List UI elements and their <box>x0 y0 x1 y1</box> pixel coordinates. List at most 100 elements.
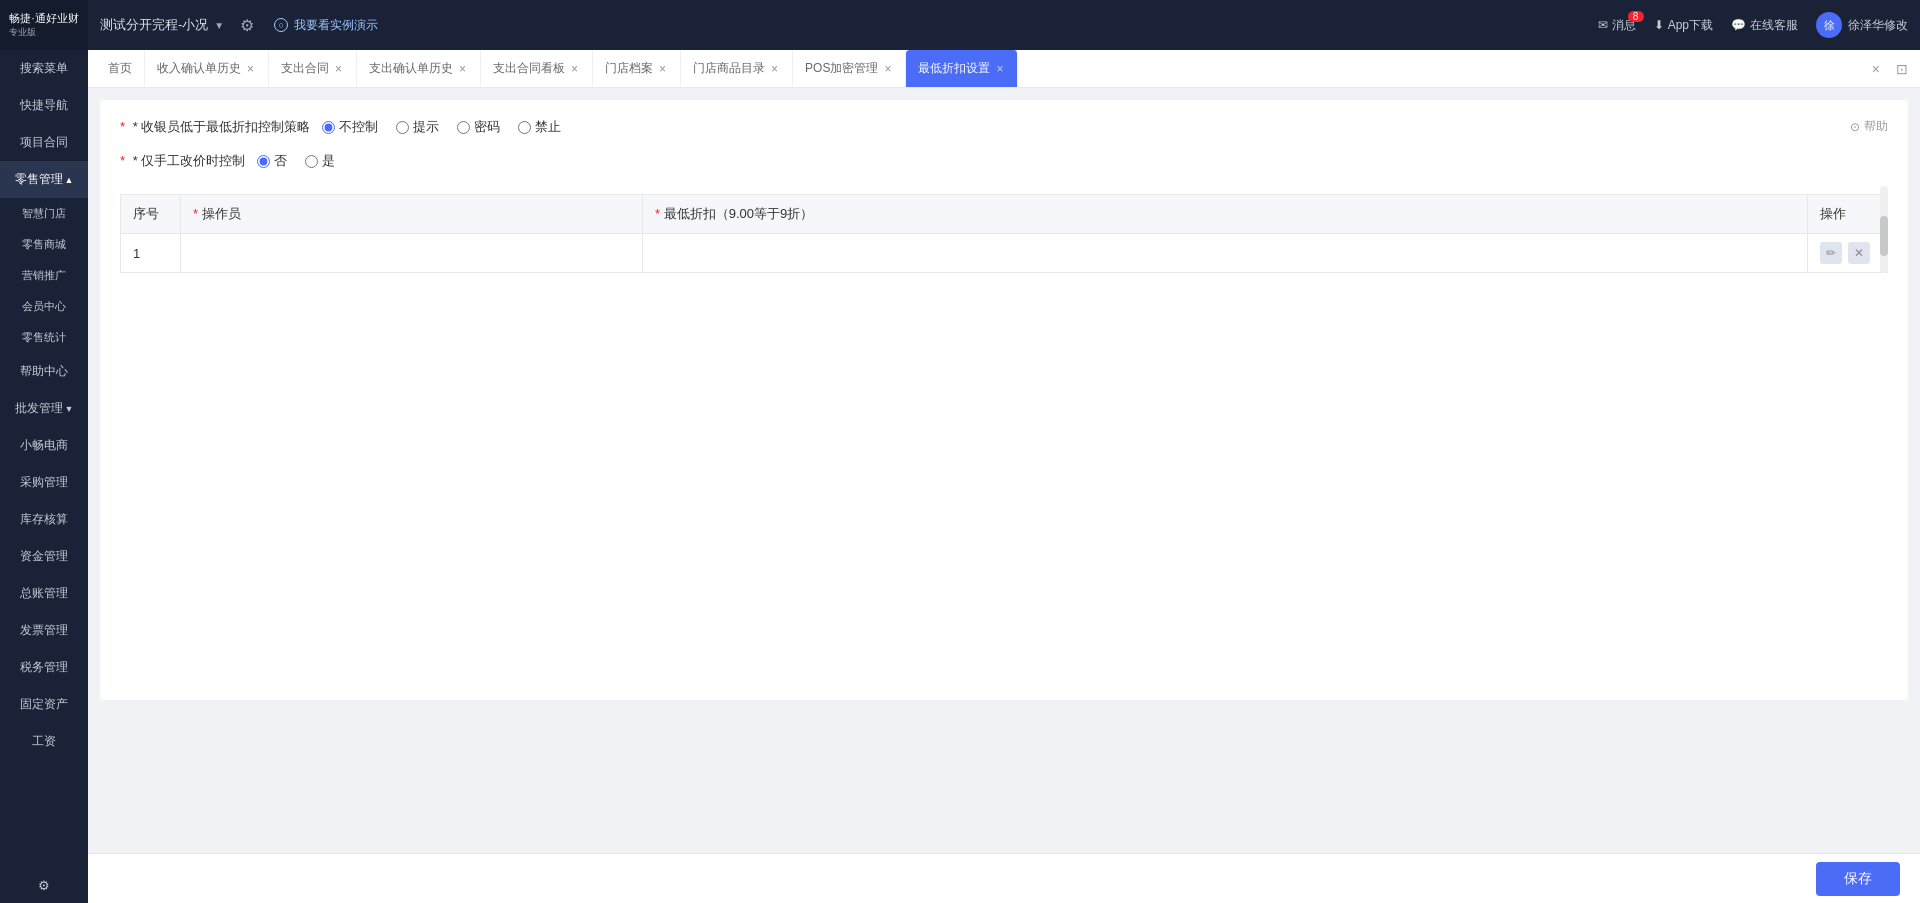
sidebar-item-label: 采购管理 <box>4 474 84 491</box>
tab-close-icon[interactable]: × <box>569 62 580 76</box>
manual-only-no[interactable]: 否 <box>257 152 287 170</box>
sidebar-item-invoice-manage[interactable]: 发票管理 <box>0 612 88 649</box>
sidebar-item-help-center[interactable]: 帮助中心 <box>0 353 88 390</box>
sidebar-item-member-center[interactable]: 会员中心 <box>0 291 88 322</box>
table-scrollbar-thumb <box>1880 216 1888 256</box>
cashier-policy-password-label: 密码 <box>474 118 500 136</box>
tab-label: 门店商品目录 <box>693 60 765 77</box>
table-header-row: 序号 * 操作员 * 最低折扣（9.00等于9折） 操作 <box>121 195 1888 234</box>
service-icon: 💬 <box>1731 18 1746 32</box>
sidebar-settings-button[interactable]: ⚙ <box>0 868 88 903</box>
discount-table: 序号 * 操作员 * 最低折扣（9.00等于9折） 操作 <box>120 194 1888 273</box>
sidebar-item-purchase-manage[interactable]: 采购管理 <box>0 464 88 501</box>
tab-label: 门店档案 <box>605 60 653 77</box>
tab-pos-password[interactable]: POS加密管理 × <box>793 50 906 88</box>
sidebar-item-payroll[interactable]: 工资 <box>0 723 88 760</box>
sidebar-item-label: 智慧门店 <box>4 206 84 221</box>
sidebar-item-search[interactable]: 搜索菜单 <box>0 50 88 87</box>
demo-link[interactable]: ○ 我要看实例演示 <box>274 17 378 34</box>
user-profile[interactable]: 徐 徐泽华修改 <box>1816 12 1908 38</box>
tab-label: 首页 <box>108 60 132 77</box>
sidebar-item-label: 零售统计 <box>4 330 84 345</box>
cashier-policy-forbid[interactable]: 禁止 <box>518 118 561 136</box>
tab-payment-board[interactable]: 支出合同看板 × <box>481 50 593 88</box>
sidebar-item-inventory[interactable]: 库存核算 <box>0 501 88 538</box>
table-scrollbar[interactable] <box>1880 186 1888 273</box>
help-link[interactable]: ⊙ 帮助 <box>1850 118 1888 135</box>
tab-close-icon[interactable]: × <box>333 62 344 76</box>
tab-min-discount[interactable]: 最低折扣设置 × <box>906 50 1018 88</box>
sidebar-item-label: 小畅电商 <box>4 437 84 454</box>
table-cell-operator[interactable] <box>181 234 643 273</box>
col-header-action: 操作 <box>1808 195 1888 234</box>
col-header-seq: 序号 <box>121 195 181 234</box>
tab-payment-confirm[interactable]: 支出确认单历史 × <box>357 50 481 88</box>
sidebar-item-tax-manage[interactable]: 税务管理 <box>0 649 88 686</box>
app-download-button[interactable]: ⬇ App下载 <box>1654 17 1713 34</box>
sidebar-item-retail-manage[interactable]: 零售管理 ▲ <box>0 161 88 198</box>
sidebar-item-wholesale-manage[interactable]: 批发管理 ▼ <box>0 390 88 427</box>
username-label: 徐泽华修改 <box>1848 17 1908 34</box>
cashier-policy-no-control[interactable]: 不控制 <box>322 118 378 136</box>
messages-button[interactable]: ✉ 消息 8 <box>1598 17 1636 34</box>
sidebar-item-label: 工资 <box>4 733 84 750</box>
download-icon: ⬇ <box>1654 18 1664 32</box>
tabbar: 首页 收入确认单历史 × 支出合同 × 支出确认单历史 × 支出合同看板 × 门… <box>88 50 1920 88</box>
sidebar-item-retail-stats[interactable]: 零售统计 <box>0 322 88 353</box>
page-card: ⊙ 帮助 * * 收银员低于最低折扣控制策略 不控制 提示 <box>100 100 1908 700</box>
app-logo: 畅捷·通好业财 专业版 <box>0 0 88 50</box>
sidebar-item-online-store[interactable]: 零售商城 <box>0 229 88 260</box>
tab-close-icon[interactable]: × <box>769 62 780 76</box>
app-edition-badge: 专业版 <box>9 26 78 39</box>
sidebar-item-marketing[interactable]: 营销推广 <box>0 260 88 291</box>
tab-home[interactable]: 首页 <box>96 50 145 88</box>
settings-icon[interactable]: ⚙ <box>240 16 254 35</box>
tab-expand-button[interactable]: ⊡ <box>1892 59 1912 79</box>
tab-close-icon[interactable]: × <box>657 62 668 76</box>
help-text: 帮助 <box>1864 118 1888 135</box>
sidebar-item-ecommerce[interactable]: 小畅电商 <box>0 427 88 464</box>
sidebar-item-label: 快捷导航 <box>4 97 84 114</box>
cashier-policy-no-control-label: 不控制 <box>339 118 378 136</box>
delete-icon[interactable]: ✕ <box>1848 242 1870 264</box>
sidebar-item-label: 发票管理 <box>4 622 84 639</box>
sidebar-item-quick-nav[interactable]: 快捷导航 <box>0 87 88 124</box>
sidebar-item-accounting[interactable]: 总账管理 <box>0 575 88 612</box>
edit-icon[interactable]: ✏ <box>1820 242 1842 264</box>
tab-close-icon[interactable]: × <box>994 62 1005 76</box>
manual-only-yes[interactable]: 是 <box>305 152 335 170</box>
tab-store-archive[interactable]: 门店档案 × <box>593 50 681 88</box>
table-cell-action: ✏ ✕ <box>1808 234 1888 273</box>
tab-close-all-button[interactable]: × <box>1868 59 1884 79</box>
topbar: 测试分开完程-小况 ▼ ⚙ ○ 我要看实例演示 ✉ 消息 8 ⬇ App下载 💬… <box>88 0 1920 50</box>
chevron-down-icon: ▼ <box>214 20 224 31</box>
sidebar-item-label: 固定资产 <box>4 696 84 713</box>
online-service-button[interactable]: 💬 在线客服 <box>1731 17 1798 34</box>
save-button[interactable]: 保存 <box>1816 862 1900 896</box>
sidebar-item-smart-store[interactable]: 智慧门店 <box>0 198 88 229</box>
sidebar-item-capital-manage[interactable]: 资金管理 <box>0 538 88 575</box>
demo-text: 我要看实例演示 <box>294 17 378 34</box>
tab-close-icon[interactable]: × <box>457 62 468 76</box>
project-selector[interactable]: 测试分开完程-小况 ▼ <box>100 16 224 34</box>
tab-store-goods[interactable]: 门店商品目录 × <box>681 50 793 88</box>
tab-label: 支出合同 <box>281 60 329 77</box>
manual-only-options: 否 是 <box>257 152 335 170</box>
message-icon: ✉ <box>1598 18 1608 32</box>
cashier-policy-password[interactable]: 密码 <box>457 118 500 136</box>
sidebar-item-project-contract[interactable]: 项目合同 <box>0 124 88 161</box>
tab-close-icon[interactable]: × <box>882 62 893 76</box>
sidebar-item-fixed-assets[interactable]: 固定资产 <box>0 686 88 723</box>
sidebar-item-label: 项目合同 <box>4 134 84 151</box>
sidebar-item-label: 批发管理 <box>15 400 63 417</box>
table-cell-seq: 1 <box>121 234 181 273</box>
table-cell-min-discount[interactable] <box>643 234 1808 273</box>
messages-badge: 8 <box>1628 11 1644 22</box>
main-area: 测试分开完程-小况 ▼ ⚙ ○ 我要看实例演示 ✉ 消息 8 ⬇ App下载 💬… <box>88 0 1920 903</box>
tab-payment-contract[interactable]: 支出合同 × <box>269 50 357 88</box>
cashier-policy-remind[interactable]: 提示 <box>396 118 439 136</box>
tab-close-icon[interactable]: × <box>245 62 256 76</box>
tab-label: 支出确认单历史 <box>369 60 453 77</box>
sidebar-item-label: 帮助中心 <box>4 363 84 380</box>
tab-income-confirm[interactable]: 收入确认单历史 × <box>145 50 269 88</box>
